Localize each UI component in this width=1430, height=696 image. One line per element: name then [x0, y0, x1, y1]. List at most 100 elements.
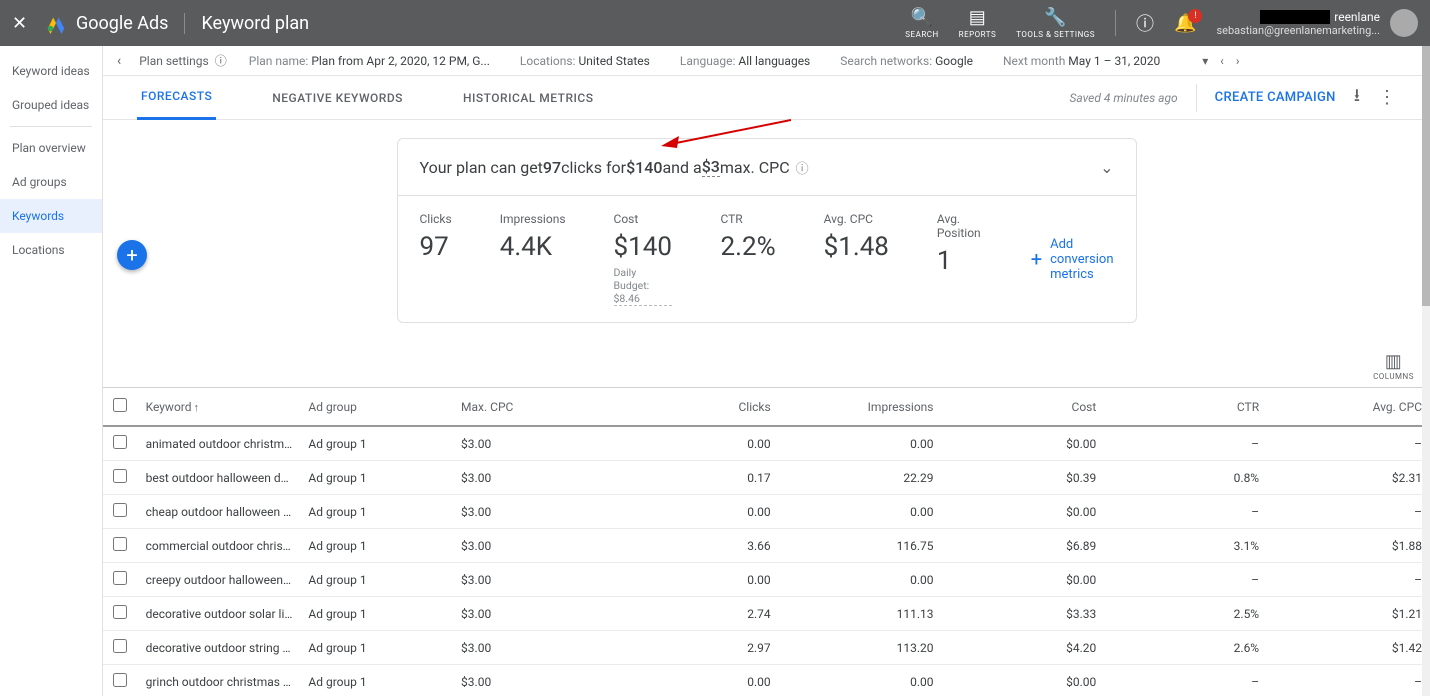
- col-impressions[interactable]: Impressions: [779, 388, 942, 427]
- tab-historical-metrics[interactable]: HISTORICAL METRICS: [459, 76, 598, 120]
- sidebar-item-keyword-ideas[interactable]: Keyword ideas: [0, 54, 102, 88]
- scrollbar[interactable]: [1422, 46, 1430, 696]
- cell-keyword: grinch outdoor christmas decorati...: [138, 665, 301, 696]
- table-row[interactable]: best outdoor halloween decorations Ad gr…: [103, 461, 1430, 495]
- cell-ctr: 3.1%: [1104, 529, 1267, 563]
- sidebar-item-plan-overview[interactable]: Plan overview: [0, 131, 102, 165]
- next-icon[interactable]: ›: [1236, 54, 1240, 68]
- more-icon[interactable]: ⋮: [1378, 87, 1396, 108]
- table-row[interactable]: decorative outdoor string lights Ad grou…: [103, 631, 1430, 665]
- table-row[interactable]: cheap outdoor halloween decorati... Ad g…: [103, 495, 1430, 529]
- table-row[interactable]: decorative outdoor solar lights Ad group…: [103, 597, 1430, 631]
- cell-maxcpc: $3.00: [453, 461, 626, 495]
- table-row[interactable]: grinch outdoor christmas decorati... Ad …: [103, 665, 1430, 696]
- row-checkbox[interactable]: [113, 435, 127, 449]
- section-title: Keyword plan: [201, 13, 309, 34]
- cell-keyword: commercial outdoor christmas de...: [138, 529, 301, 563]
- app-header: ✕ Google Ads Keyword plan 🔍SEARCH ▤REPOR…: [0, 0, 1430, 46]
- cell-clicks: 0.00: [626, 563, 779, 597]
- cell-maxcpc: $3.00: [453, 563, 626, 597]
- cell-keyword: decorative outdoor solar lights: [138, 597, 301, 631]
- cell-clicks: 0.17: [626, 461, 779, 495]
- create-campaign-button[interactable]: CREATE CAMPAIGN: [1215, 90, 1336, 105]
- sidebar-item-ad-groups[interactable]: Ad groups: [0, 165, 102, 199]
- plan-settings-bar: ‹ Plan settingsⓘ Plan name: Plan from Ap…: [103, 46, 1430, 76]
- cell-clicks: 0.00: [626, 495, 779, 529]
- row-checkbox[interactable]: [113, 639, 127, 653]
- row-checkbox[interactable]: [113, 469, 127, 483]
- col-adgroup[interactable]: Ad group: [300, 388, 453, 427]
- col-cost[interactable]: Cost: [941, 388, 1104, 427]
- cell-impressions: 116.75: [779, 529, 942, 563]
- columns-icon: ▥: [1385, 351, 1403, 372]
- search-icon: 🔍: [911, 7, 934, 28]
- sidebar-item-keywords[interactable]: Keywords: [0, 199, 102, 233]
- prev-icon[interactable]: ‹: [1220, 54, 1224, 68]
- table-row[interactable]: commercial outdoor christmas de... Ad gr…: [103, 529, 1430, 563]
- avatar[interactable]: [1390, 9, 1418, 37]
- chevron-down-icon[interactable]: ⌄: [1100, 158, 1113, 177]
- tab-negative-keywords[interactable]: NEGATIVE KEYWORDS: [268, 76, 407, 120]
- plan-settings-link[interactable]: Plan settingsⓘ: [139, 52, 227, 69]
- search-tool[interactable]: 🔍SEARCH: [905, 7, 938, 39]
- metric-clicks: Clicks97: [420, 212, 452, 306]
- cell-keyword: animated outdoor christmas decor...: [138, 426, 301, 461]
- col-avgcpc[interactable]: Avg. CPC: [1267, 388, 1430, 427]
- metric-cost: Cost$140Daily Budget: $8.46: [614, 212, 673, 306]
- search-networks[interactable]: Search networks: Google: [840, 54, 973, 68]
- select-all-checkbox[interactable]: [113, 398, 127, 412]
- row-checkbox[interactable]: [113, 537, 127, 551]
- row-checkbox[interactable]: [113, 503, 127, 517]
- cell-clicks: 0.00: [626, 426, 779, 461]
- alert-badge: !: [1188, 9, 1202, 23]
- cell-adgroup: Ad group 1: [300, 426, 453, 461]
- close-icon[interactable]: ✕: [12, 13, 30, 34]
- add-keyword-fab[interactable]: +: [117, 240, 147, 270]
- col-ctr[interactable]: CTR: [1104, 388, 1267, 427]
- col-maxcpc[interactable]: Max. CPC: [453, 388, 626, 427]
- col-keyword[interactable]: Keyword↑: [138, 388, 301, 427]
- sidebar-item-grouped-ideas[interactable]: Grouped ideas: [0, 88, 102, 122]
- sidebar-item-locations[interactable]: Locations: [0, 233, 102, 267]
- notifications-icon[interactable]: 🔔!: [1174, 13, 1196, 34]
- row-checkbox[interactable]: [113, 673, 127, 687]
- help-icon[interactable]: ⓘ: [1136, 10, 1154, 36]
- columns-button[interactable]: ▥COLUMNS: [1373, 351, 1414, 381]
- language[interactable]: Language: All languages: [680, 54, 810, 68]
- sort-asc-icon: ↑: [194, 401, 200, 414]
- cell-cost: $0.00: [941, 426, 1104, 461]
- cell-ctr: –: [1104, 426, 1267, 461]
- help-icon[interactable]: ⓘ: [796, 158, 809, 177]
- cell-ctr: –: [1104, 563, 1267, 597]
- table-row[interactable]: creepy outdoor halloween decorati... Ad …: [103, 563, 1430, 597]
- cell-impressions: 22.29: [779, 461, 942, 495]
- cell-adgroup: Ad group 1: [300, 665, 453, 696]
- cell-clicks: 2.97: [626, 631, 779, 665]
- metric-impressions: Impressions4.4K: [500, 212, 566, 306]
- cell-impressions: 0.00: [779, 426, 942, 461]
- metric-ctr: CTR2.2%: [720, 212, 775, 306]
- locations[interactable]: Locations: United States: [520, 54, 650, 68]
- plan-name[interactable]: Plan name: Plan from Apr 2, 2020, 12 PM,…: [249, 54, 490, 68]
- cell-cost: $6.89: [941, 529, 1104, 563]
- cell-ctr: –: [1104, 495, 1267, 529]
- tools-settings[interactable]: 🔧TOOLS & SETTINGS: [1016, 7, 1095, 39]
- forecast-summary: Your plan can get 97 clicks for $140 and…: [397, 138, 1137, 323]
- row-checkbox[interactable]: [113, 605, 127, 619]
- cell-ctr: –: [1104, 665, 1267, 696]
- col-clicks[interactable]: Clicks: [626, 388, 779, 427]
- tab-forecasts[interactable]: FORECASTS: [137, 76, 216, 120]
- dropdown-icon[interactable]: ▾: [1202, 54, 1208, 68]
- google-ads-logo-icon: [44, 12, 68, 34]
- account-switcher[interactable]: reenlane sebastian@greenlanemarketing...: [1216, 10, 1380, 37]
- cell-avgcpc: –: [1267, 563, 1430, 597]
- add-conversion-metrics[interactable]: +Add conversion metrics: [1031, 212, 1114, 306]
- download-icon[interactable]: ⭳: [1354, 83, 1360, 113]
- date-range[interactable]: Next month May 1 – 31, 2020: [1003, 54, 1160, 68]
- table-row[interactable]: animated outdoor christmas decor... Ad g…: [103, 426, 1430, 461]
- cell-maxcpc: $3.00: [453, 665, 626, 696]
- cell-avgcpc: $2.31: [1267, 461, 1430, 495]
- row-checkbox[interactable]: [113, 571, 127, 585]
- reports-tool[interactable]: ▤REPORTS: [959, 7, 997, 39]
- back-icon[interactable]: ‹: [117, 53, 121, 69]
